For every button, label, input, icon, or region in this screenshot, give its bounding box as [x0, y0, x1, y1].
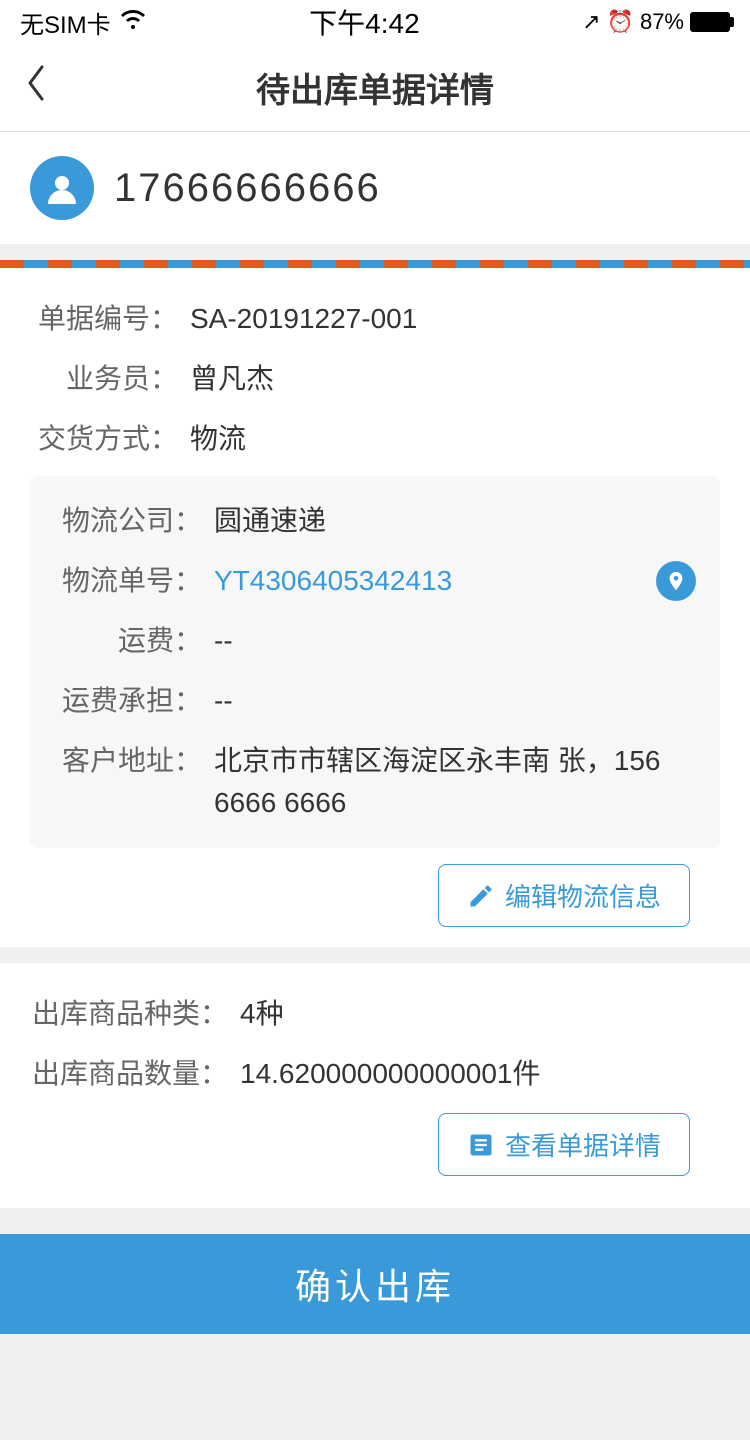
confirm-button-label: 确认出库 [295, 1258, 455, 1310]
order-info-section: 单据编号： SA-20191227-001 业务员： 曾凡杰 交货方式： 物流 [0, 268, 750, 476]
company-label: 物流公司： [54, 500, 214, 542]
address-row: 客户地址： 北京市市辖区海淀区永丰南 张，156 6666 6666 [54, 740, 696, 824]
view-detail-label: 查看单据详情 [505, 1126, 661, 1163]
delivery-label: 交货方式： [30, 418, 190, 460]
logistics-section: 物流公司： 圆通速递 物流单号： YT4306405342413 运费： -- … [0, 476, 750, 947]
freight-row: 运费： -- [54, 620, 696, 662]
order-no-label: 单据编号： [30, 298, 190, 340]
view-detail-button[interactable]: 查看单据详情 [438, 1113, 690, 1176]
battery-icon [690, 12, 730, 32]
freight-bear-value: -- [214, 680, 696, 722]
company-value: 圆通速递 [214, 500, 696, 542]
freight-bear-label: 运费承担： [54, 680, 214, 722]
customer-phone: 17666666666 [114, 166, 381, 211]
status-time: 下午4:42 [309, 2, 420, 42]
edit-logistics-container: 编辑物流信息 [30, 864, 720, 947]
tracking-row: 物流单号： YT4306405342413 [54, 560, 696, 602]
salesman-value: 曾凡杰 [190, 358, 720, 400]
order-no-value: SA-20191227-001 [190, 298, 720, 340]
freight-value: -- [214, 620, 696, 662]
edit-logistics-label: 编辑物流信息 [505, 877, 661, 914]
alarm-icon: ⏰ [607, 9, 634, 35]
freight-label: 运费： [54, 620, 214, 662]
delivery-row: 交货方式： 物流 [30, 418, 720, 460]
company-row: 物流公司： 圆通速递 [54, 500, 696, 542]
separator-1 [0, 947, 750, 963]
freight-bear-row: 运费承担： -- [54, 680, 696, 722]
view-detail-container: 查看单据详情 [30, 1113, 720, 1200]
address-label: 客户地址： [54, 740, 214, 782]
battery-percent: 87% [640, 9, 684, 35]
address-value: 北京市市辖区海淀区永丰南 张，156 6666 6666 [214, 740, 696, 824]
location-icon: ↗ [582, 9, 600, 35]
carrier-text: 无SIM卡 [20, 5, 111, 40]
tracking-label: 物流单号： [54, 560, 214, 602]
quantity-value: 14.620000000000001件 [240, 1053, 720, 1095]
dashed-divider [0, 260, 750, 268]
confirm-bar[interactable]: 确认出库 [0, 1234, 750, 1334]
status-bar: 无SIM卡 下午4:42 ↗ ⏰ 87% [0, 0, 750, 44]
category-label: 出库商品种类： [30, 993, 240, 1035]
stock-info-section: 出库商品种类： 4种 出库商品数量： 14.620000000000001件 查… [0, 963, 750, 1208]
back-button[interactable] [24, 63, 48, 112]
page-title: 待出库单据详情 [256, 63, 494, 112]
wifi-icon [119, 8, 147, 36]
avatar [30, 156, 94, 220]
quantity-row: 出库商品数量： 14.620000000000001件 [30, 1053, 720, 1095]
nav-bar: 待出库单据详情 [0, 44, 750, 132]
salesman-row: 业务员： 曾凡杰 [30, 358, 720, 400]
category-row: 出库商品种类： 4种 [30, 993, 720, 1035]
salesman-label: 业务员： [30, 358, 190, 400]
tracking-value: YT4306405342413 [214, 560, 644, 602]
tracking-map-icon[interactable] [656, 561, 696, 601]
customer-header: 17666666666 [0, 132, 750, 244]
delivery-value: 物流 [190, 418, 720, 460]
order-no-row: 单据编号： SA-20191227-001 [30, 298, 720, 340]
edit-logistics-button[interactable]: 编辑物流信息 [438, 864, 690, 927]
status-right: ↗ ⏰ 87% [582, 9, 730, 35]
quantity-label: 出库商品数量： [30, 1053, 240, 1095]
status-left: 无SIM卡 [20, 5, 147, 40]
category-value: 4种 [240, 993, 720, 1035]
logistics-card: 物流公司： 圆通速递 物流单号： YT4306405342413 运费： -- … [30, 476, 720, 848]
